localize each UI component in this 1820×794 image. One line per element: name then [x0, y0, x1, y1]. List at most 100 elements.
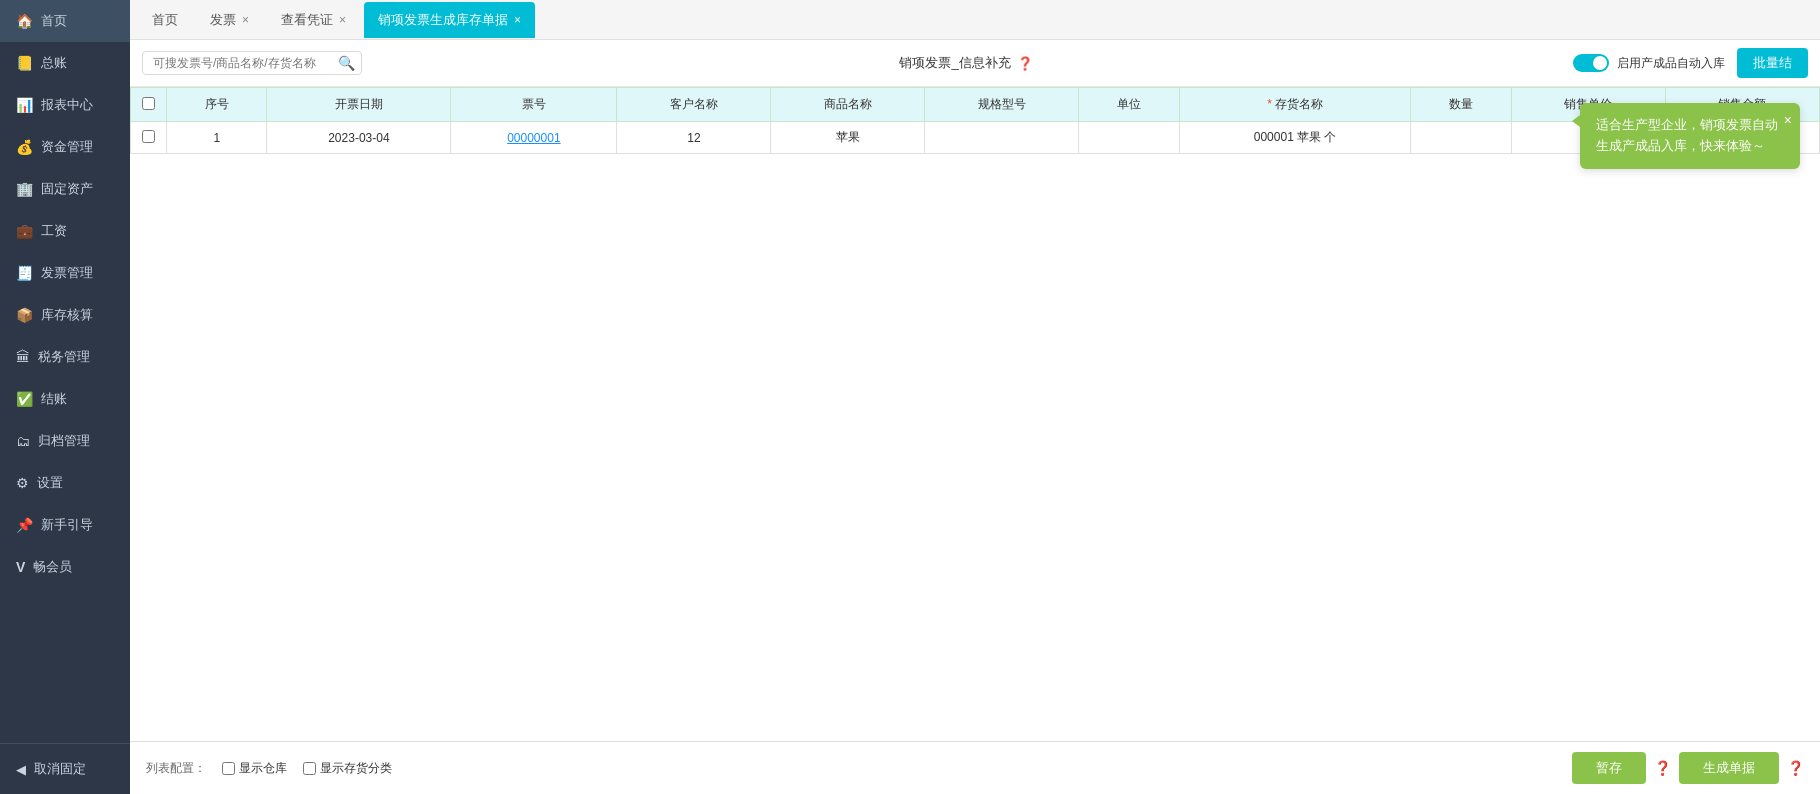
sidebar-item-label: 结账 — [41, 390, 67, 408]
sidebar-item-vip[interactable]: V 畅会员 — [0, 546, 130, 588]
row-stock-name[interactable]: 000001 苹果 个 — [1179, 122, 1411, 154]
tab-home-label: 首页 — [152, 11, 178, 29]
sidebar-item-ledger[interactable]: 📒 总账 — [0, 42, 130, 84]
sidebar-item-settings[interactable]: ⚙ 设置 — [0, 462, 130, 504]
tab-invoice-close[interactable]: × — [242, 13, 249, 27]
row-checkbox[interactable] — [142, 130, 155, 143]
ledger-icon: 📒 — [16, 55, 33, 71]
salary-icon: 💼 — [16, 223, 33, 239]
main-content: 首页 发票 × 查看凭证 × 销项发票生成库存单据 × 🔍 销项发票_信息补充 … — [130, 0, 1820, 794]
pin-icon: ◀ — [16, 762, 26, 777]
header-seq: 序号 — [167, 88, 267, 122]
header-customer: 客户名称 — [617, 88, 771, 122]
row-num-link[interactable]: 00000001 — [507, 131, 560, 145]
cancel-pin-button[interactable]: ◀ 取消固定 — [0, 752, 130, 786]
sidebar-item-label: 新手引导 — [41, 516, 93, 534]
sidebar-item-archive[interactable]: 🗂 归档管理 — [0, 420, 130, 462]
sidebar-item-inventory[interactable]: 📦 库存核算 — [0, 294, 130, 336]
header-date: 开票日期 — [267, 88, 451, 122]
row-num: 00000001 — [451, 122, 617, 154]
assets-icon: 🏢 — [16, 181, 33, 197]
header-checkbox-cell — [131, 88, 167, 122]
row-seq: 1 — [167, 122, 267, 154]
sidebar-item-invoice[interactable]: 🧾 发票管理 — [0, 252, 130, 294]
sidebar-item-home[interactable]: 🏠 首页 — [0, 0, 130, 42]
report-icon: 📊 — [16, 97, 33, 113]
tab-sales-label: 销项发票生成库存单据 — [378, 11, 508, 29]
info-label: 销项发票_信息补充 — [899, 54, 1010, 72]
cancel-pin-label: 取消固定 — [34, 760, 86, 778]
tab-invoice-label: 发票 — [210, 11, 236, 29]
vip-icon: V — [16, 559, 25, 575]
settle-icon: ✅ — [16, 391, 33, 407]
sidebar-item-salary[interactable]: 💼 工资 — [0, 210, 130, 252]
tooltip-close-button[interactable]: × — [1784, 109, 1792, 131]
newbie-icon: 📌 — [16, 517, 33, 533]
row-checkbox-cell — [131, 122, 167, 154]
sidebar-item-label: 工资 — [41, 222, 67, 240]
tax-icon: 🏛 — [16, 349, 30, 365]
sidebar-item-label: 总账 — [41, 54, 67, 72]
tab-voucher[interactable]: 查看凭证 × — [267, 2, 360, 38]
capital-icon: 💰 — [16, 139, 33, 155]
toolbar: 🔍 销项发票_信息补充 ❓ 启用产成品自动入库 批量结 — [130, 40, 1820, 87]
sidebar-item-label: 税务管理 — [38, 348, 90, 366]
sidebar-item-label: 资金管理 — [41, 138, 93, 156]
search-icon: 🔍 — [338, 55, 355, 71]
save-help-icon[interactable]: ❓ — [1654, 760, 1671, 776]
search-input[interactable] — [142, 51, 362, 75]
info-help-icon[interactable]: ❓ — [1017, 56, 1033, 71]
sidebar: 🏠 首页 📒 总账 📊 报表中心 💰 资金管理 🏢 固定资产 💼 工资 🧾 发票… — [0, 0, 130, 794]
header-goods: 商品名称 — [771, 88, 925, 122]
auto-inbound-toggle[interactable] — [1573, 54, 1609, 72]
sidebar-item-tax[interactable]: 🏛 税务管理 — [0, 336, 130, 378]
footer: 列表配置： 显示仓库 显示存货分类 暂存 ❓ 生成单据 ❓ — [130, 741, 1820, 794]
footer-checkbox-group: 显示仓库 显示存货分类 — [222, 760, 392, 777]
sidebar-item-settle[interactable]: ✅ 结账 — [0, 378, 130, 420]
sidebar-item-assets[interactable]: 🏢 固定资产 — [0, 168, 130, 210]
sidebar-item-newbie[interactable]: 📌 新手引导 — [0, 504, 130, 546]
show-category-label: 显示存货分类 — [320, 760, 392, 777]
sidebar-item-label: 首页 — [41, 12, 67, 30]
show-category-checkbox-label[interactable]: 显示存货分类 — [303, 760, 392, 777]
table-row: 1 2023-03-04 00000001 12 苹果 000001 苹果 个 … — [131, 122, 1820, 154]
tab-home[interactable]: 首页 — [138, 2, 192, 38]
header-spec: 规格型号 — [925, 88, 1079, 122]
sidebar-item-label: 库存核算 — [41, 306, 93, 324]
header-quantity: 数量 — [1411, 88, 1511, 122]
show-warehouse-checkbox[interactable] — [222, 762, 235, 775]
settings-icon: ⚙ — [16, 475, 29, 491]
show-category-checkbox[interactable] — [303, 762, 316, 775]
sidebar-item-label: 归档管理 — [38, 432, 90, 450]
show-warehouse-label: 显示仓库 — [239, 760, 287, 777]
tab-invoice[interactable]: 发票 × — [196, 2, 263, 38]
sidebar-item-capital[interactable]: 💰 资金管理 — [0, 126, 130, 168]
tab-voucher-label: 查看凭证 — [281, 11, 333, 29]
tab-sales[interactable]: 销项发票生成库存单据 × — [364, 2, 535, 38]
footer-actions: 暂存 ❓ 生成单据 ❓ — [1572, 752, 1804, 784]
header-unit: 单位 — [1079, 88, 1179, 122]
table-container: 序号 开票日期 票号 客户名称 商品名称 规格型号 单位 * 存货名称 数量 销… — [130, 87, 1820, 741]
save-button[interactable]: 暂存 — [1572, 752, 1646, 784]
sidebar-item-report[interactable]: 📊 报表中心 — [0, 84, 130, 126]
sidebar-item-label: 设置 — [37, 474, 63, 492]
row-quantity — [1411, 122, 1511, 154]
gen-help-icon[interactable]: ❓ — [1787, 760, 1804, 776]
tab-voucher-close[interactable]: × — [339, 13, 346, 27]
select-all-checkbox[interactable] — [142, 97, 155, 110]
data-table: 序号 开票日期 票号 客户名称 商品名称 规格型号 单位 * 存货名称 数量 销… — [130, 87, 1820, 154]
generate-button[interactable]: 生成单据 — [1679, 752, 1779, 784]
row-goods: 苹果 — [771, 122, 925, 154]
show-warehouse-checkbox-label[interactable]: 显示仓库 — [222, 760, 287, 777]
tab-sales-close[interactable]: × — [514, 13, 521, 27]
sidebar-item-label: 发票管理 — [41, 264, 93, 282]
sidebar-item-label: 固定资产 — [41, 180, 93, 198]
row-unit — [1079, 122, 1179, 154]
row-customer: 12 — [617, 122, 771, 154]
batch-button[interactable]: 批量结 — [1737, 48, 1808, 78]
toolbar-info: 销项发票_信息补充 ❓ — [371, 54, 1561, 72]
toggle-area: 启用产成品自动入库 — [1573, 54, 1725, 72]
inventory-icon: 📦 — [16, 307, 33, 323]
sidebar-item-label: 报表中心 — [41, 96, 93, 114]
toggle-label: 启用产成品自动入库 — [1617, 55, 1725, 72]
